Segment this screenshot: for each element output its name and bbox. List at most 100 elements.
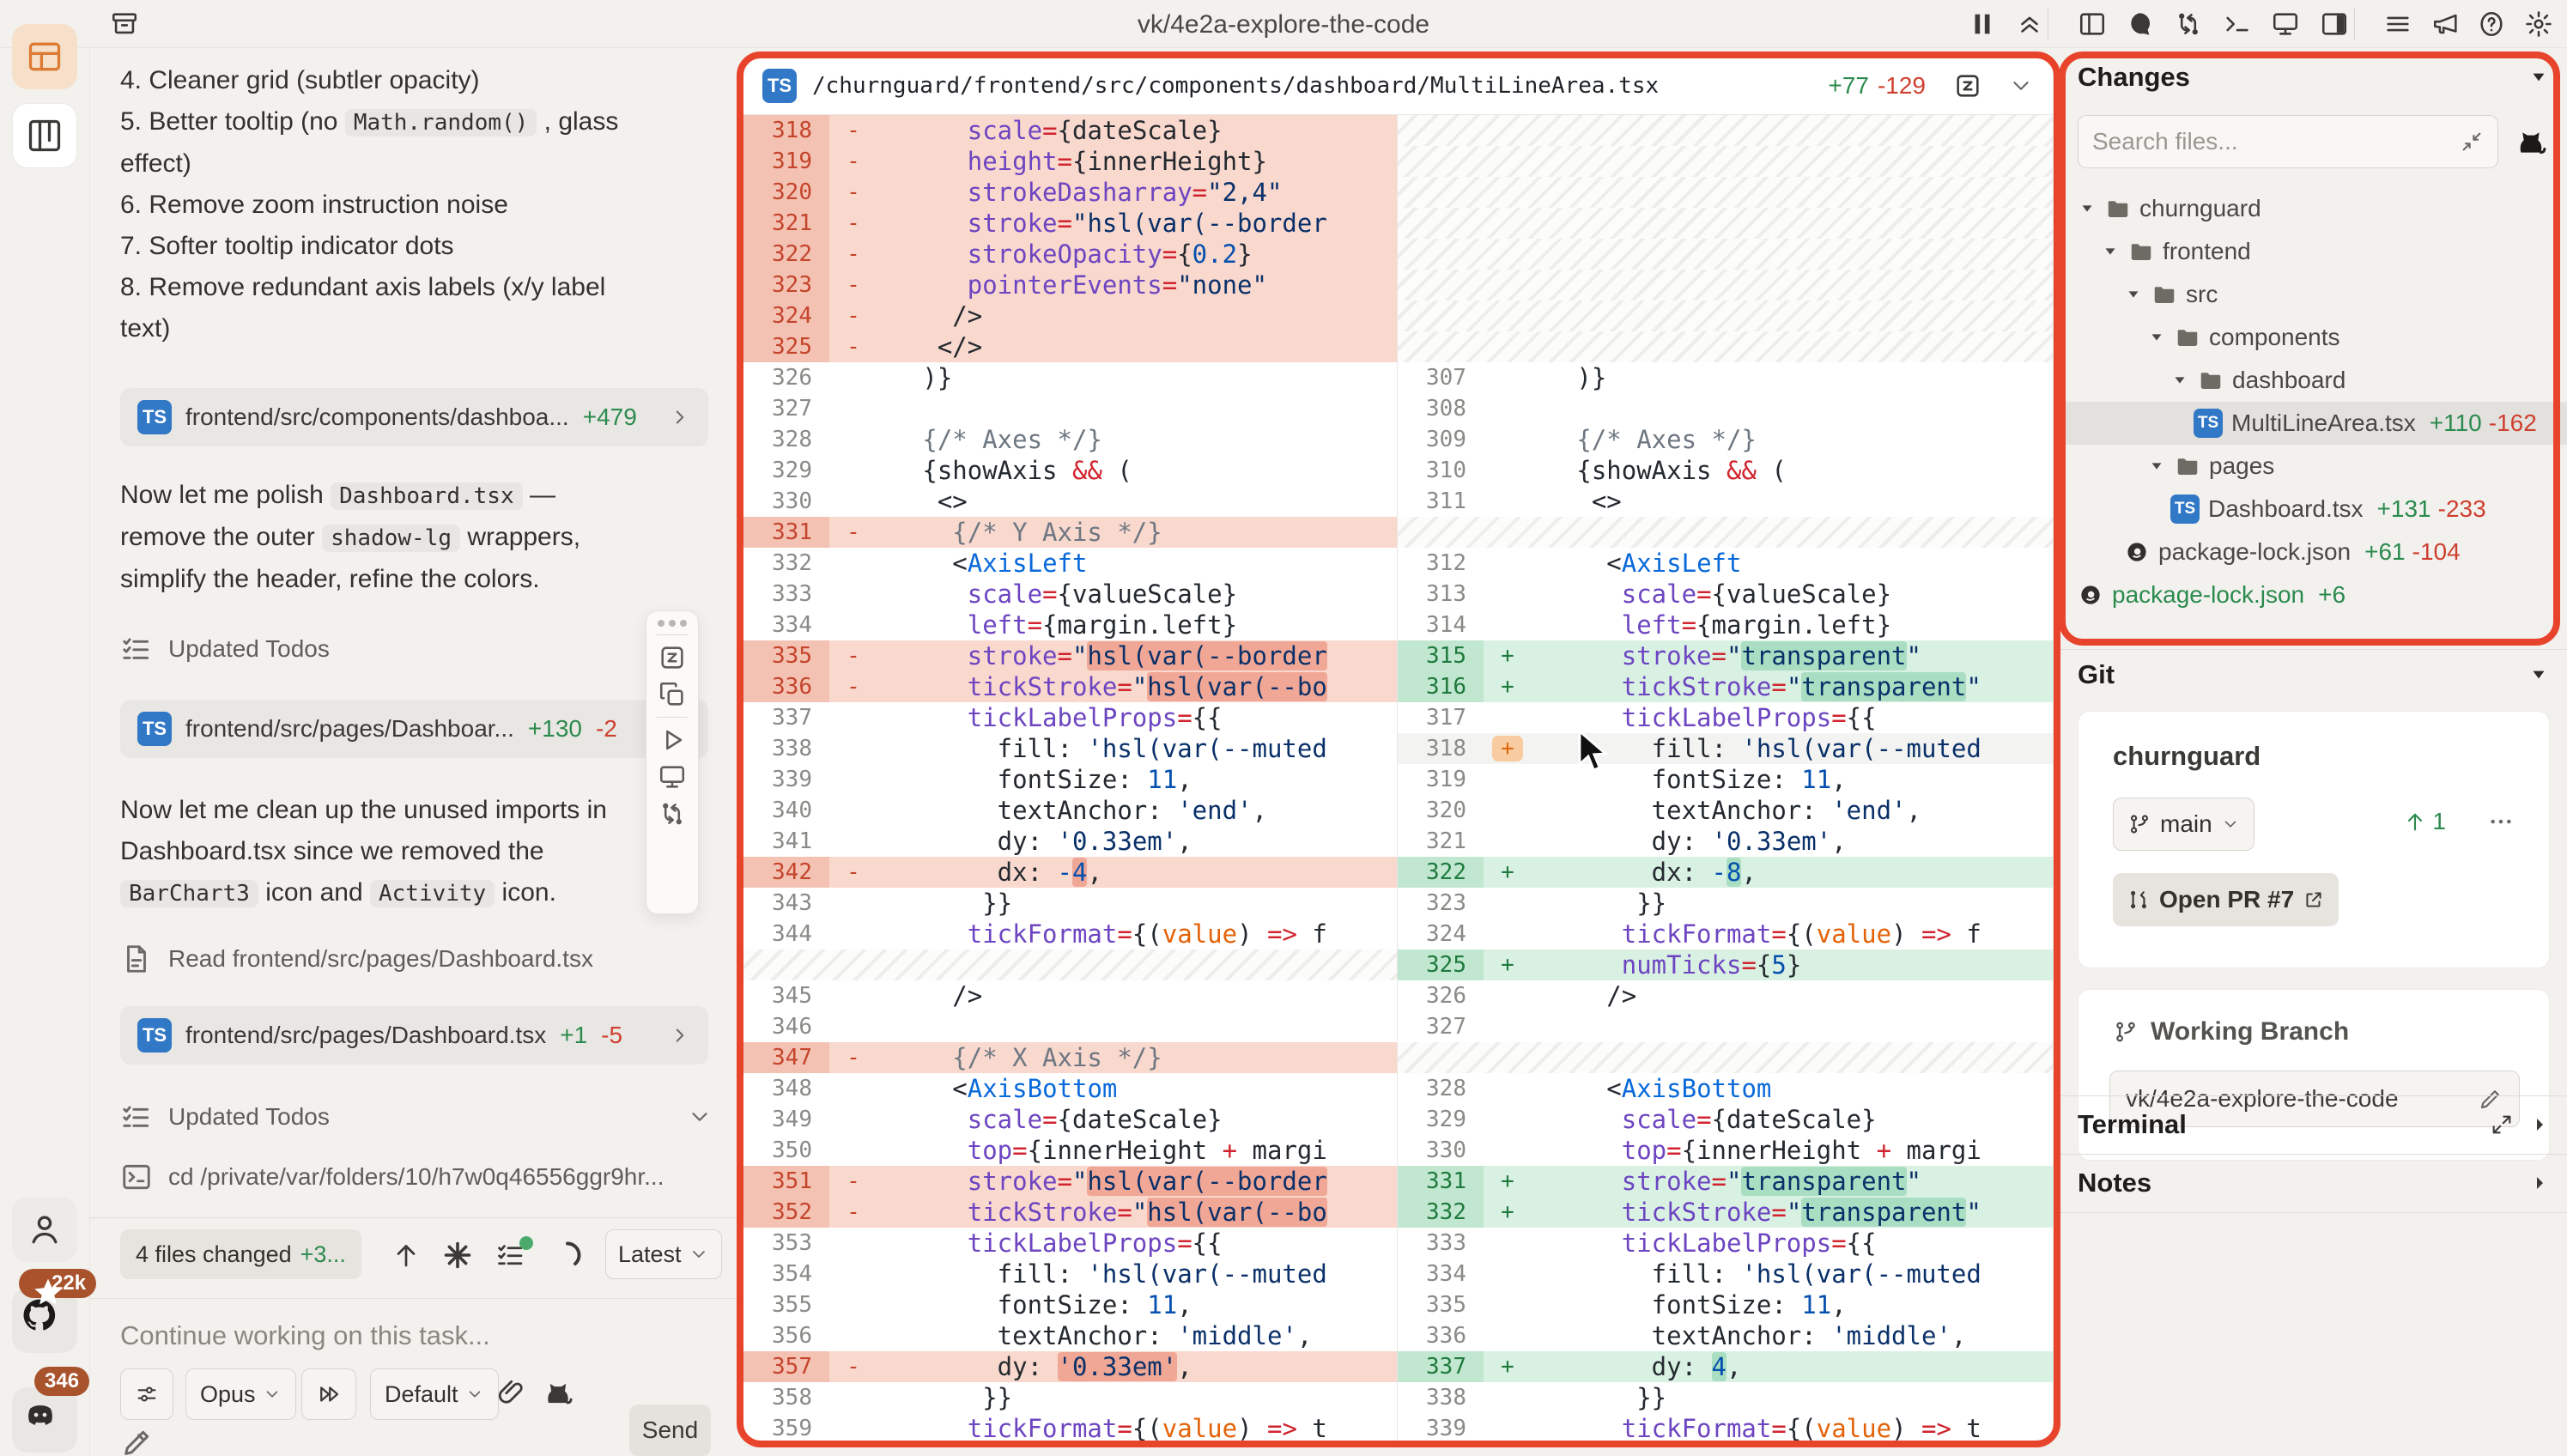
layout-view-button[interactable] (12, 24, 77, 89)
triangle-down-icon[interactable] (2124, 285, 2143, 304)
changes-section-header[interactable]: Changes (2078, 62, 2550, 93)
tree-label: dashboard (2232, 367, 2345, 394)
line-number: 345 (743, 980, 829, 1011)
settings-sliders-button[interactable] (120, 1368, 173, 1420)
code-text: fill: 'hsl(var(--muted (877, 1259, 1397, 1289)
expand-icon[interactable] (2490, 1113, 2514, 1137)
gear-icon[interactable] (2524, 9, 2553, 39)
archive-icon[interactable] (110, 9, 139, 39)
copy-icon[interactable] (658, 680, 687, 709)
account-button[interactable] (12, 1197, 77, 1262)
folder-icon (2151, 282, 2177, 307)
play-icon[interactable] (658, 725, 687, 755)
file-edit-chip[interactable]: TS frontend/src/components/dashboa... +4… (120, 388, 708, 446)
latest-dropdown[interactable]: Latest (605, 1229, 722, 1279)
paperclip-icon[interactable] (495, 1377, 526, 1408)
pause-icon[interactable] (1968, 9, 1997, 39)
tree-folder-churnguard[interactable]: churnguard (2060, 187, 2567, 230)
git-compare-icon[interactable] (658, 799, 687, 828)
cat-icon[interactable] (542, 1377, 574, 1410)
line-marker (1484, 579, 1532, 610)
line-number: 340 (743, 795, 829, 826)
triangle-down-icon[interactable] (2147, 328, 2166, 347)
chip-file-path: frontend/src/components/dashboa... (185, 403, 569, 431)
tree-file-package-lock.json[interactable]: package-lock.json +6 (2060, 573, 2567, 616)
tool-call-row[interactable]: cd /private/var/folders/10/h7w0q46556ggr… (120, 1161, 713, 1193)
panel-right-icon[interactable] (2320, 9, 2349, 39)
files-changed-pill[interactable]: 4 files changed +3... (120, 1229, 361, 1279)
triangle-down-icon[interactable] (2170, 371, 2189, 390)
line-number: 326 (743, 362, 829, 393)
file-search-input[interactable]: Search files... (2078, 115, 2498, 168)
line-marker (1484, 1259, 1532, 1289)
monitor-icon[interactable] (2271, 9, 2300, 39)
add-comment-button[interactable]: + (1492, 736, 1523, 761)
diff-view-toggle-icon[interactable] (1953, 71, 1982, 100)
diff-square-icon[interactable] (658, 643, 687, 672)
drag-handle-icon[interactable] (658, 620, 687, 627)
chip-file-path: frontend/src/pages/Dashboar... (185, 715, 514, 743)
discord-button[interactable]: 346 (12, 1387, 77, 1453)
more-options-icon[interactable] (2487, 808, 2515, 835)
git-section-header[interactable]: Git (2078, 659, 2550, 690)
tree-folder-frontend[interactable]: frontend (2060, 230, 2567, 273)
tree-folder-dashboard[interactable]: dashboard (2060, 359, 2567, 402)
diff-header: TS /churnguard/frontend/src/components/d… (743, 58, 2053, 115)
file-edit-chip[interactable]: TS frontend/src/pages/Dashboard.tsx +1 -… (120, 1006, 708, 1065)
chevron-down-icon[interactable] (687, 1104, 713, 1130)
chat-bubble-icon[interactable] (2125, 9, 2154, 39)
github-button[interactable]: 22k (12, 1288, 77, 1353)
collapse-chevron-icon[interactable] (2008, 73, 2034, 99)
arrow-up-icon[interactable] (391, 1240, 422, 1271)
branch-dropdown[interactable]: main (2113, 798, 2254, 851)
spark-icon[interactable] (442, 1240, 473, 1271)
line-marker (829, 1011, 877, 1042)
tree-folder-pages[interactable]: pages (2060, 445, 2567, 488)
monitor-icon[interactable] (658, 762, 687, 792)
triangle-down-icon[interactable] (2147, 457, 2166, 476)
menu-icon[interactable] (2383, 9, 2412, 39)
git-compare-icon[interactable] (2174, 9, 2203, 39)
tree-file-MultiLineArea.tsx[interactable]: TSMultiLineArea.tsx +110-162 (2060, 402, 2567, 445)
tree-folder-src[interactable]: src (2060, 273, 2567, 316)
board-view-button[interactable] (12, 103, 77, 168)
help-icon[interactable] (2477, 9, 2506, 39)
terminal-section-header[interactable]: Terminal (2078, 1109, 2550, 1140)
line-number: 332 (743, 548, 829, 579)
file-additions: +6 (2318, 581, 2345, 609)
panel-left-icon[interactable] (2078, 9, 2107, 39)
cat-icon[interactable] (2514, 125, 2548, 160)
collapse-tree-icon[interactable] (2460, 130, 2484, 154)
tree-folder-components[interactable]: components (2060, 316, 2567, 359)
open-pr-button[interactable]: Open PR #7 (2113, 873, 2339, 926)
tree-file-Dashboard.tsx[interactable]: TSDashboard.tsx +131-233 (2060, 488, 2567, 531)
terminal-icon[interactable] (2223, 9, 2252, 39)
megaphone-icon[interactable] (2431, 9, 2461, 39)
mode-dropdown[interactable]: Default (370, 1368, 499, 1420)
pencil-icon[interactable] (2478, 1086, 2503, 1112)
triangle-down-icon[interactable] (2078, 199, 2097, 218)
highlighter-icon[interactable] (120, 1425, 155, 1456)
tree-file-package-lock.json[interactable]: package-lock.json +61-104 (2060, 531, 2567, 573)
diff-line: 320 - strokeDasharray="2,4" (743, 177, 1397, 208)
tool-call-row[interactable]: Updated Todos (120, 633, 713, 665)
triangle-down-icon[interactable] (2101, 242, 2120, 261)
diff-line: 329 {showAxis && ( (743, 455, 1397, 486)
fast-forward-button[interactable] (301, 1368, 356, 1420)
chat-input[interactable]: Continue working on this task... (120, 1320, 670, 1351)
notes-section-header[interactable]: Notes (2078, 1168, 2550, 1198)
tool-call-row[interactable]: Updated Todos (120, 1101, 713, 1133)
line-marker (829, 795, 877, 826)
chevrons-up-icon[interactable] (2015, 9, 2044, 39)
diff-line: 343 }} (743, 888, 1397, 919)
line-number: 344 (743, 919, 829, 949)
tool-call-row[interactable]: Read frontend/src/pages/Dashboard.tsx (120, 943, 713, 975)
diff-row: 339 fontSize: 11, 319 fontSize: 11, (743, 764, 2053, 795)
github-stars-badge: 22k (19, 1269, 96, 1298)
chevron-right-icon (669, 1024, 691, 1046)
line-number: 338 (743, 733, 829, 764)
file-edit-chip[interactable]: TS frontend/src/pages/Dashboar... +130 -… (120, 700, 708, 758)
line-number: 327 (743, 393, 829, 424)
send-button[interactable]: Send (629, 1404, 711, 1456)
model-dropdown[interactable]: Opus (185, 1368, 296, 1420)
